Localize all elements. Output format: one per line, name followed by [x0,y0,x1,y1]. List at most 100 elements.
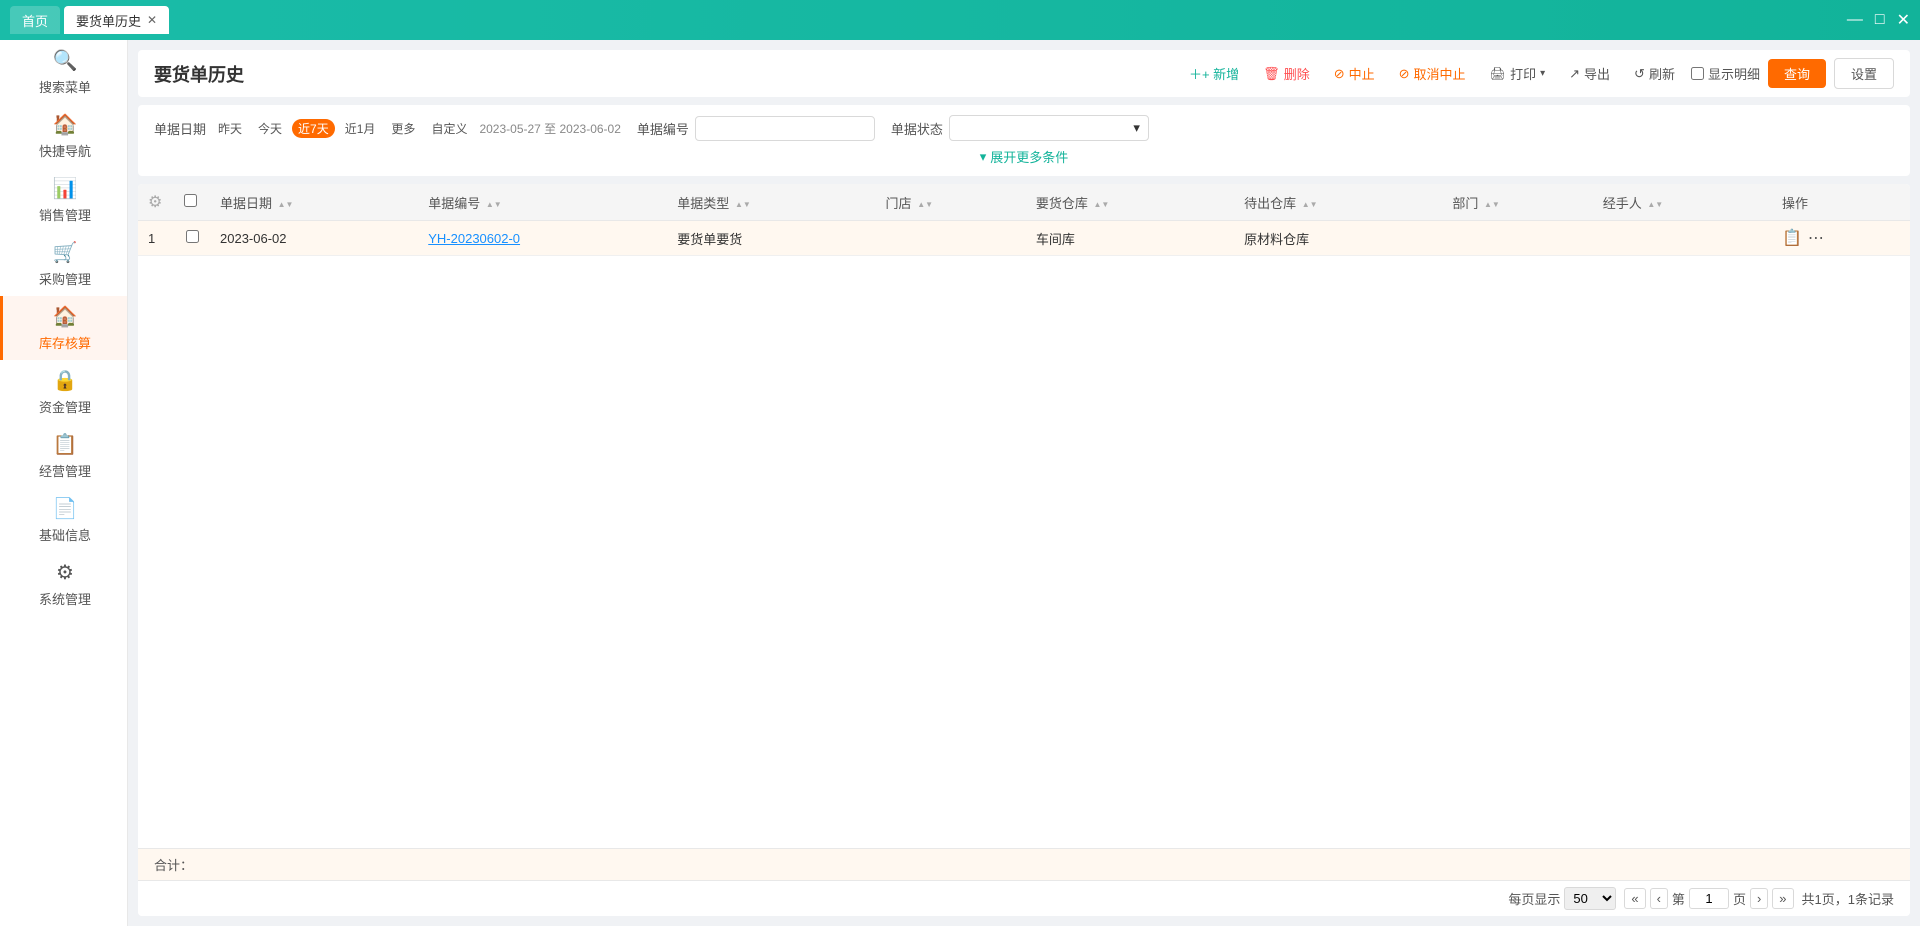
op-edit-icon[interactable]: 📋 [1782,228,1802,248]
sidebar-item-quick-nav[interactable]: 🏠 快捷导航 [0,104,127,168]
page-suffix: 页 [1733,889,1746,908]
th-req-warehouse: 要货仓库 ▲▼ [1026,184,1234,221]
last-page-button[interactable]: » [1772,888,1793,909]
sidebar-item-sales-mgmt[interactable]: 📊 销售管理 [0,168,127,232]
th-store-sort[interactable]: ▲▼ [917,200,933,209]
cell-operation: 📋 ⋯ [1772,221,1910,256]
stop-label: 中止 [1349,64,1375,83]
shortcut-more[interactable]: 更多 [385,119,421,138]
column-settings-icon[interactable]: ⚙ [148,194,162,211]
th-pending-warehouse: 待出仓库 ▲▼ [1234,184,1442,221]
purchase-mgmt-icon: 🛒 [53,240,78,265]
refresh-button[interactable]: ↺ 刷新 [1626,60,1683,87]
sales-mgmt-icon: 📊 [53,176,78,201]
th-handler: 经手人 ▲▼ [1593,184,1772,221]
tab-home[interactable]: 首页 [10,6,60,34]
th-pending-warehouse-label: 待出仓库 [1244,196,1296,211]
cell-date: 2023-06-02 [210,221,418,256]
next-page-button[interactable]: › [1750,888,1768,909]
th-date-sort[interactable]: ▲▼ [278,200,294,209]
print-button[interactable]: 🖨 打印 ▾ [1482,60,1554,87]
shortcut-7days[interactable]: 近7天 [292,119,335,138]
th-dept-sort[interactable]: ▲▼ [1484,200,1500,209]
th-date: 单据日期 ▲▼ [210,184,418,221]
sidebar-item-purchase-mgmt[interactable]: 🛒 采购管理 [0,232,127,296]
doc-no-link[interactable]: YH-20230602-0 [428,231,520,246]
th-date-label: 单据日期 [220,196,272,211]
th-dept: 部门 ▲▼ [1442,184,1592,221]
shortcut-today[interactable]: 今天 [252,119,288,138]
settings-button[interactable]: 设置 [1834,58,1894,89]
query-button[interactable]: 查询 [1768,59,1826,88]
th-handler-label: 经手人 [1603,196,1642,211]
page-header: 要货单历史 ＋ + 新增 🗑 删除 ⊘ 中止 ⊘ 取消中止 [138,50,1910,97]
per-page-select[interactable]: 50 20 100 [1564,887,1616,910]
cell-handler [1593,221,1772,256]
cancel-stop-button[interactable]: ⊘ 取消中止 [1391,60,1474,87]
op-more-icon[interactable]: ⋯ [1808,228,1824,248]
sidebar-item-capital-mgmt[interactable]: 🔒 资金管理 [0,360,127,424]
sidebar-item-sys-mgmt[interactable]: ⚙ 系统管理 [0,552,127,616]
quick-nav-icon: 🏠 [53,112,78,137]
delete-button[interactable]: 🗑 删除 [1255,60,1318,87]
search-menu-icon: 🔍 [53,48,78,73]
th-dept-label: 部门 [1452,196,1478,211]
doc-status-label: 单据状态 [891,119,943,138]
table-header-row: ⚙ 单据日期 ▲▼ 单据编号 ▲▼ [138,184,1910,221]
prev-page-button[interactable]: ‹ [1650,888,1668,909]
page-input[interactable] [1689,888,1729,909]
th-pending-warehouse-sort[interactable]: ▲▼ [1302,200,1318,209]
per-page-selector: 每页显示 50 20 100 [1508,887,1616,910]
select-all-checkbox[interactable] [184,194,197,207]
shortcut-yesterday[interactable]: 昨天 [212,119,248,138]
date-filter: 单据日期 昨天 今天 近7天 近1月 更多 自定义 2023-05-27 至 2… [154,119,621,138]
display-detail-toggle[interactable]: 显示明细 [1691,64,1760,83]
sidebar-item-inventory-label: 库存核算 [39,333,91,352]
first-page-button[interactable]: « [1624,888,1645,909]
new-icon: ＋ [1189,64,1202,83]
expand-more-label: 展开更多条件 [990,147,1068,166]
export-button[interactable]: ↗ 导出 [1561,60,1618,87]
export-icon: ↗ [1569,66,1580,82]
th-store-label: 门店 [886,196,912,211]
tab-history[interactable]: 要货单历史 ✕ [64,6,169,34]
shortcut-1month[interactable]: 近1月 [339,119,382,138]
cell-doc-no: YH-20230602-0 [418,221,667,256]
close-icon[interactable]: ✕ [1897,10,1910,30]
th-req-warehouse-sort[interactable]: ▲▼ [1094,200,1110,209]
th-doc-no-sort[interactable]: ▲▼ [486,200,502,209]
print-dropdown-icon: ▾ [1540,68,1545,79]
cell-store [876,221,1026,256]
display-detail-checkbox[interactable] [1691,67,1704,80]
sidebar-item-ops-mgmt[interactable]: 📋 经营管理 [0,424,127,488]
pagination-bar: 每页显示 50 20 100 « ‹ 第 页 › » 共1页，1条记录 [138,880,1910,916]
new-label: + 新增 [1202,64,1239,83]
sidebar-item-basic-info[interactable]: 📄 基础信息 [0,488,127,552]
doc-no-input[interactable] [695,116,875,141]
sys-mgmt-icon: ⚙ [56,560,74,585]
th-doc-type-sort[interactable]: ▲▼ [735,200,751,209]
sidebar-item-inventory[interactable]: 🏠 库存核算 [0,296,127,360]
sidebar-item-search-menu-label: 搜索菜单 [39,77,91,96]
minimize-icon[interactable]: — [1847,11,1863,29]
new-button[interactable]: ＋ + 新增 [1181,60,1247,87]
print-icon: 🖨 [1490,66,1507,82]
sidebar: 🔍 搜索菜单 🏠 快捷导航 📊 销售管理 🛒 采购管理 🏠 库存核算 🔒 资金管… [0,40,128,926]
summary-bar: 合计： [138,848,1910,880]
sidebar-item-capital-mgmt-label: 资金管理 [39,397,91,416]
stop-button[interactable]: ⊘ 中止 [1326,60,1383,87]
th-doc-type: 单据类型 ▲▼ [667,184,875,221]
row-checkbox[interactable] [186,230,199,243]
maximize-icon[interactable]: □ [1875,11,1885,29]
shortcut-custom[interactable]: 自定义 [425,119,473,138]
sidebar-item-search-menu[interactable]: 🔍 搜索菜单 [0,40,127,104]
row-num: 1 [138,221,174,256]
tab-close-icon[interactable]: ✕ [147,13,157,27]
display-detail-label: 显示明细 [1708,64,1760,83]
doc-status-select[interactable]: ▾ [949,115,1149,141]
refresh-icon: ↺ [1634,66,1645,82]
tab-home-label: 首页 [22,11,48,30]
th-doc-no: 单据编号 ▲▼ [418,184,667,221]
th-handler-sort[interactable]: ▲▼ [1647,200,1663,209]
expand-more-button[interactable]: ▾ 展开更多条件 [154,147,1894,166]
